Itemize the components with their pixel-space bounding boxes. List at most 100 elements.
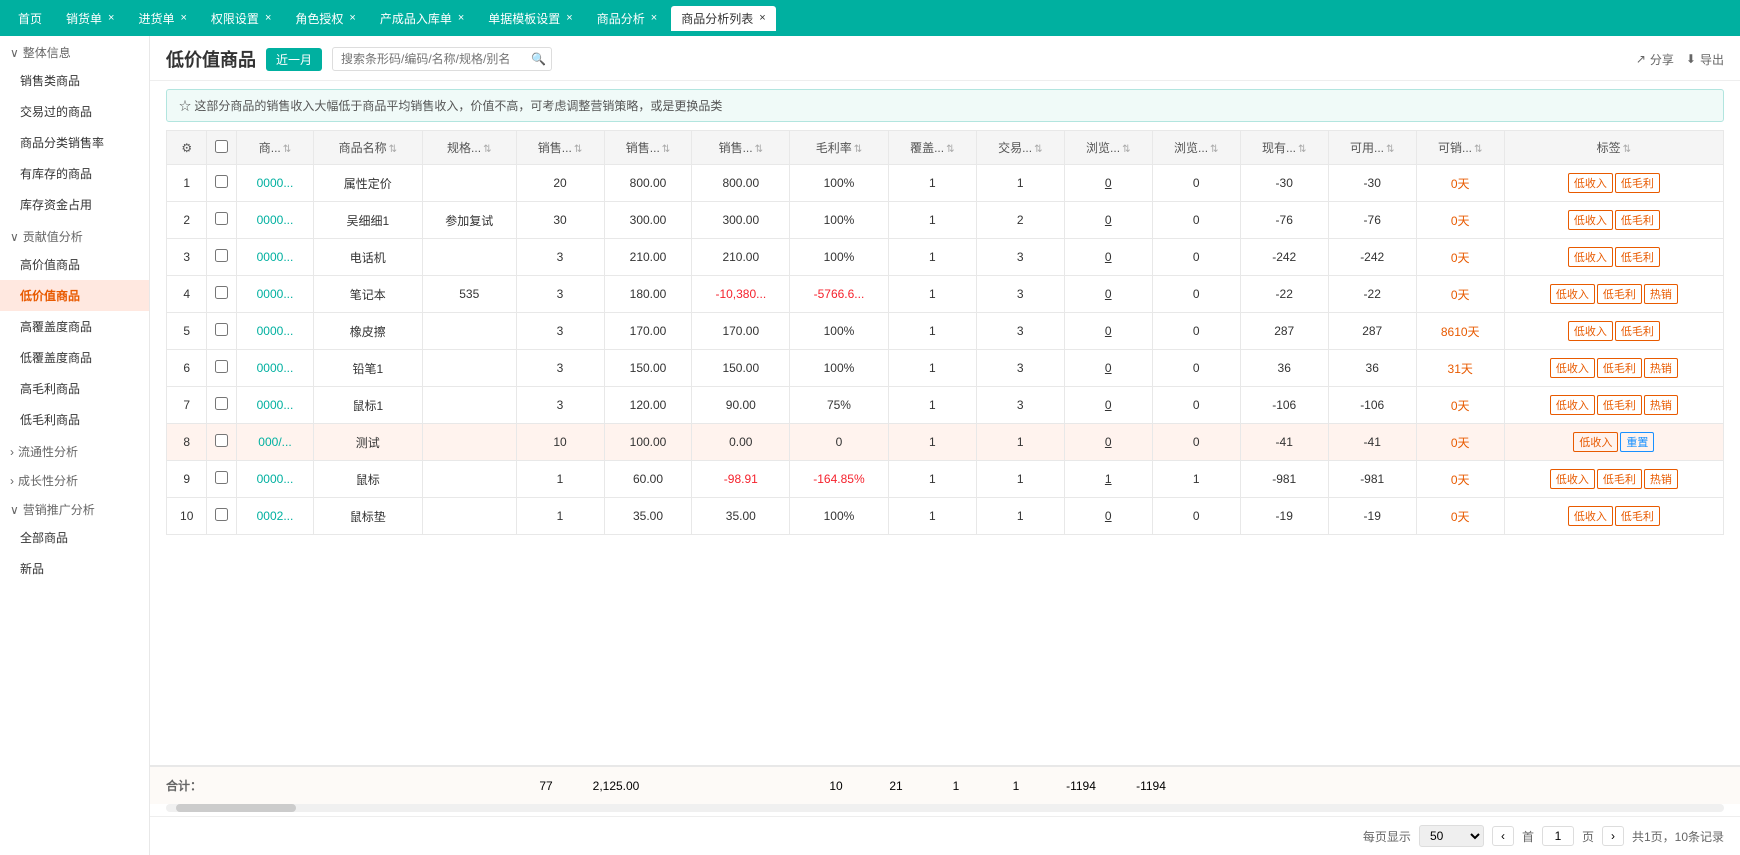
row-checkbox-cell [207,239,237,276]
content-area: 低价值商品 近一月 🔍 ↗ 分享 ⬇ 导出 ☆ 这部分商品的销售收入大幅低于商品… [150,36,1740,855]
row-margin: 100% [790,239,889,276]
sidebar-item-category-rate[interactable]: 商品分类销售率 [0,127,149,158]
tab-product-in[interactable]: 产成品入库单 × [370,6,474,31]
row-view1[interactable]: 0 [1064,350,1152,387]
row-checkbox[interactable] [215,249,228,262]
row-current: -41 [1240,424,1328,461]
row-view1[interactable]: 0 [1064,165,1152,202]
close-icon[interactable]: × [349,12,355,24]
sidebar-item-high-margin[interactable]: 高毛利商品 [0,373,149,404]
tab-role-auth[interactable]: 角色授权 × [285,6,365,31]
search-icon[interactable]: 🔍 [531,52,546,66]
col-gear[interactable]: ⚙ [167,131,207,165]
row-available: -242 [1328,239,1416,276]
col-sales-amt: 销售...⇅ [604,131,692,165]
row-view1[interactable]: 0 [1064,498,1152,535]
row-code: 0000... [237,350,313,387]
row-sales-amt2: -10,380... [692,276,790,313]
sidebar-item-new-products[interactable]: 新品 [0,553,149,584]
next-page-button[interactable]: › [1602,826,1624,846]
tab-product-analysis[interactable]: 商品分析 × [587,6,667,31]
row-no: 9 [167,461,207,498]
close-icon[interactable]: × [458,12,464,24]
page-label-shou: 首 [1522,828,1534,845]
row-checkbox[interactable] [215,286,228,299]
tab-home[interactable]: 首页 [8,6,52,31]
row-checkbox[interactable] [215,508,228,521]
sidebar-item-low-margin[interactable]: 低毛利商品 [0,404,149,435]
row-current: -30 [1240,165,1328,202]
sidebar-item-high-coverage[interactable]: 高覆盖度商品 [0,311,149,342]
select-all-checkbox[interactable] [215,140,228,153]
sidebar-item-sales-products[interactable]: 销售类商品 [0,65,149,96]
close-icon[interactable]: × [108,12,114,24]
sidebar-group-marketing: ∨ 营销推广分析 [0,493,149,522]
row-sales-qty: 1 [516,461,604,498]
sidebar-item-stock-products[interactable]: 有库存的商品 [0,158,149,189]
row-tags: 低收入低毛利 [1504,498,1723,535]
sidebar-item-all-products[interactable]: 全部商品 [0,522,149,553]
row-checkbox[interactable] [215,175,228,188]
sidebar-item-low-value[interactable]: 低价值商品 [0,280,149,311]
row-margin: 0 [790,424,889,461]
row-checkbox[interactable] [215,397,228,410]
share-button[interactable]: ↗ 分享 [1636,51,1674,68]
tab-permissions[interactable]: 权限设置 × [201,6,281,31]
row-coverage: 1 [888,461,976,498]
row-sales-qty: 10 [516,424,604,461]
close-icon[interactable]: × [759,12,765,24]
horizontal-scrollbar[interactable] [166,804,1724,812]
tab-sales-order[interactable]: 销货单 × [56,6,124,31]
row-view1[interactable]: 1 [1064,461,1152,498]
row-checkbox[interactable] [215,360,228,373]
sidebar-item-high-value[interactable]: 高价值商品 [0,249,149,280]
sidebar-item-stock-capital[interactable]: 库存资金占用 [0,189,149,220]
data-table: ⚙ 商...⇅ 商品名称⇅ 规格...⇅ 销售...⇅ 销售...⇅ 销售...… [166,130,1724,535]
row-view1[interactable]: 0 [1064,202,1152,239]
sidebar-item-traded-products[interactable]: 交易过的商品 [0,96,149,127]
close-icon[interactable]: × [566,12,572,24]
first-page-button[interactable]: ‹ [1492,826,1514,846]
row-view1[interactable]: 0 [1064,387,1152,424]
row-checkbox[interactable] [215,212,228,225]
per-page-select[interactable]: 50 20 100 [1419,825,1484,847]
row-spec: 535 [423,276,517,313]
tab-product-analysis-list[interactable]: 商品分析列表 × [671,6,775,31]
row-view1[interactable]: 0 [1064,424,1152,461]
footer-total-label: 合计： [166,777,206,794]
tab-template[interactable]: 单据模板设置 × [478,6,582,31]
row-checkbox[interactable] [215,471,228,484]
row-margin: -5766.6... [790,276,889,313]
gear-icon[interactable]: ⚙ [181,141,192,155]
row-name: 测试 [313,424,422,461]
row-sales-qty: 3 [516,313,604,350]
row-name: 铅笔1 [313,350,422,387]
col-view2: 浏览...⇅ [1152,131,1240,165]
row-margin: 75% [790,387,889,424]
row-sales-amt2: 210.00 [692,239,790,276]
row-checkbox-cell [207,387,237,424]
row-checkbox[interactable] [215,323,228,336]
row-view1[interactable]: 0 [1064,276,1152,313]
row-checkbox[interactable] [215,434,228,447]
close-icon[interactable]: × [651,12,657,24]
search-input[interactable] [332,47,552,71]
col-tags: 标签⇅ [1504,131,1723,165]
close-icon[interactable]: × [180,12,186,24]
page-number-input[interactable] [1542,826,1574,846]
row-view1[interactable]: 0 [1064,313,1152,350]
row-name: 鼠标1 [313,387,422,424]
row-view1[interactable]: 0 [1064,239,1152,276]
scrollbar-thumb[interactable] [176,804,296,812]
row-current: -106 [1240,387,1328,424]
tab-purchase-order[interactable]: 进货单 × [128,6,196,31]
filter-period-button[interactable]: 近一月 [266,48,322,71]
footer-coverage: 10 [806,779,866,793]
row-tags: 低收入重置 [1504,424,1723,461]
export-button[interactable]: ⬇ 导出 [1686,51,1724,68]
close-icon[interactable]: × [265,12,271,24]
row-margin: 100% [790,313,889,350]
top-navigation: 首页 销货单 × 进货单 × 权限设置 × 角色授权 × 产成品入库单 × 单据… [0,0,1740,36]
sidebar-item-low-coverage[interactable]: 低覆盖度商品 [0,342,149,373]
col-trade: 交易...⇅ [976,131,1064,165]
